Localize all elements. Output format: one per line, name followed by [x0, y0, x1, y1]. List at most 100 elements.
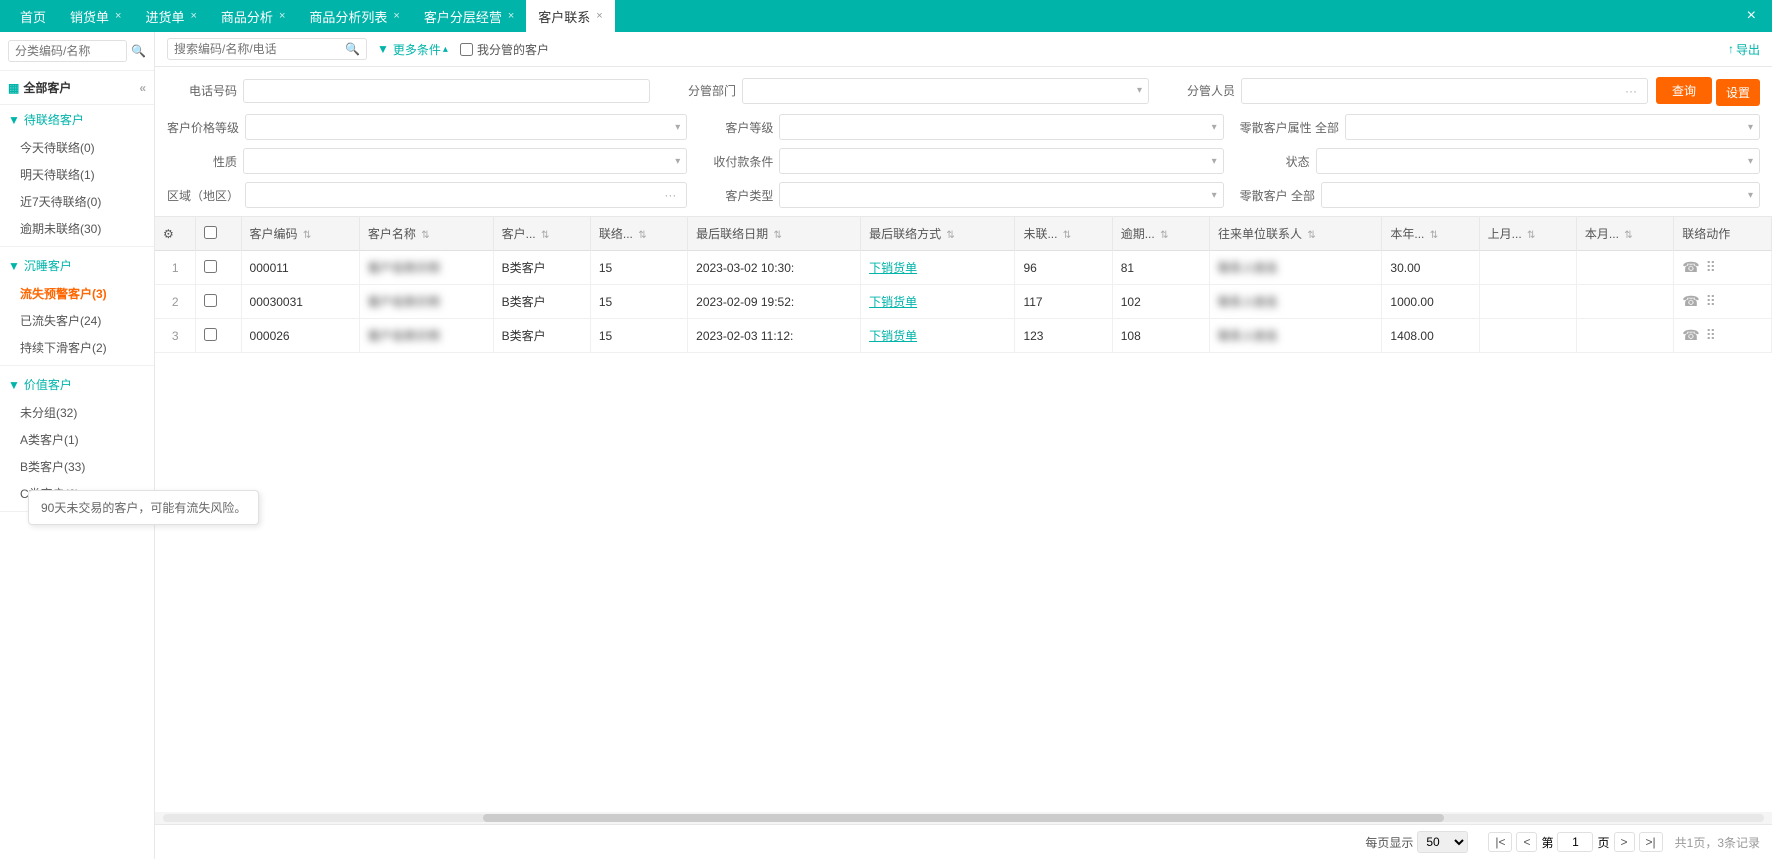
- close-all-button[interactable]: ×: [1739, 7, 1764, 25]
- settings-col-icon[interactable]: ⚙: [163, 227, 174, 241]
- action-icon-2-0[interactable]: ⠿: [1706, 259, 1716, 276]
- row-checkbox-2[interactable]: [204, 328, 217, 341]
- more-dots-1[interactable]: ···: [1625, 84, 1637, 98]
- code-sort-icon: ⇅: [303, 230, 311, 241]
- main-search-input[interactable]: [174, 42, 345, 56]
- more-conditions-button[interactable]: ▼ 更多条件 ▴: [377, 41, 448, 58]
- sidebar-item-1-1[interactable]: 已流失客户(24): [0, 307, 154, 334]
- sidebar-item-0-3[interactable]: 逾期未联络(30): [0, 215, 154, 242]
- nav-item-首页[interactable]: 首页: [8, 0, 58, 32]
- last-method-link-2[interactable]: 下销货单: [869, 329, 917, 343]
- page-size-select[interactable]: 50 100: [1417, 831, 1468, 853]
- sidebar-item-1-2[interactable]: 持续下滑客户(2): [0, 334, 154, 361]
- nav-item-商品分析列表[interactable]: 商品分析列表×: [297, 0, 411, 32]
- scroll-thumb[interactable]: [483, 814, 1444, 822]
- payment-select[interactable]: ▾: [779, 148, 1223, 174]
- sidebar-item-0-2[interactable]: 近7天待联络(0): [0, 188, 154, 215]
- cell-last-method-1: 下销货单: [861, 285, 1015, 319]
- settings-button[interactable]: 设置: [1716, 79, 1760, 106]
- horizontal-scrollbar[interactable]: [155, 812, 1772, 824]
- sidebar-search-input[interactable]: [8, 40, 127, 62]
- price-grade-select[interactable]: ▾: [245, 114, 687, 140]
- sidebar-all-customers[interactable]: ▦ 全部客户 «: [0, 71, 154, 105]
- nav-item-进货单[interactable]: 进货单×: [133, 0, 208, 32]
- cell-name-2: 客户名称示例: [359, 319, 493, 353]
- nature-select[interactable]: ▾: [243, 148, 687, 174]
- col-type[interactable]: 客户... ⇅: [493, 217, 590, 251]
- manager-select[interactable]: ···: [1241, 78, 1648, 104]
- sidebar-group-1[interactable]: ▼沉睡客户: [0, 251, 154, 280]
- col-contact[interactable]: 联络... ⇅: [590, 217, 687, 251]
- region-select[interactable]: ···: [245, 182, 687, 208]
- select-all-checkbox[interactable]: [204, 226, 217, 239]
- customer-type-select[interactable]: ▾: [779, 182, 1223, 208]
- last-method-link-1[interactable]: 下销货单: [869, 295, 917, 309]
- col-this-month[interactable]: 本月... ⇅: [1576, 217, 1673, 251]
- col-overdue[interactable]: 逾期... ⇅: [1112, 217, 1209, 251]
- last-date-sort-icon: ⇅: [773, 230, 781, 241]
- last-page-button[interactable]: >|: [1639, 832, 1663, 852]
- row-checkbox-0[interactable]: [204, 260, 217, 273]
- sidebar-item-0-1[interactable]: 明天待联络(1): [0, 161, 154, 188]
- dept-arrow: ▾: [1137, 85, 1142, 96]
- main-search-icon[interactable]: 🔍: [345, 42, 360, 56]
- cell-action-1: ☎⠿: [1674, 285, 1772, 319]
- sidebar-group-0[interactable]: ▼待联络客户: [0, 105, 154, 134]
- nav-close-商品分析[interactable]: ×: [279, 10, 285, 22]
- nav-close-商品分析列表[interactable]: ×: [393, 10, 399, 22]
- dept-select[interactable]: ▾: [742, 78, 1149, 104]
- status-select[interactable]: ▾: [1316, 148, 1760, 174]
- more-dots-2[interactable]: ···: [664, 188, 676, 202]
- action-icon-1-0[interactable]: ☎: [1682, 259, 1699, 276]
- nav-item-商品分析[interactable]: 商品分析×: [209, 0, 297, 32]
- my-customers-toggle[interactable]: 我分管的客户: [460, 41, 549, 58]
- phone-input[interactable]: [243, 79, 650, 103]
- col-code[interactable]: 客户编码 ⇅: [241, 217, 359, 251]
- col-last-date[interactable]: 最后联络日期 ⇅: [688, 217, 861, 251]
- next-page-button[interactable]: >: [1614, 832, 1635, 852]
- row-checkbox-1[interactable]: [204, 294, 217, 307]
- sidebar-item-2-2[interactable]: B类客户(33): [0, 453, 154, 480]
- cell-type-0: B类客户: [493, 251, 590, 285]
- customer-grade-select[interactable]: ▾: [779, 114, 1223, 140]
- first-page-button[interactable]: |<: [1488, 832, 1512, 852]
- scroll-track[interactable]: [163, 814, 1764, 822]
- nav-close-客户联系[interactable]: ×: [596, 10, 602, 22]
- action-icon-2-2[interactable]: ⠿: [1706, 327, 1716, 344]
- nav-item-销货单[interactable]: 销货单×: [58, 0, 133, 32]
- col-last-month[interactable]: 上月... ⇅: [1479, 217, 1576, 251]
- sidebar-item-2-0[interactable]: 未分组(32): [0, 399, 154, 426]
- sidebar-search-icon[interactable]: 🔍: [131, 44, 146, 58]
- col-uncontacted[interactable]: 未联... ⇅: [1015, 217, 1112, 251]
- blurred-name-0: 客户名称示例: [368, 259, 440, 276]
- col-name[interactable]: 客户名称 ⇅: [359, 217, 493, 251]
- col-contact-person[interactable]: 往来单位联系人 ⇅: [1209, 217, 1381, 251]
- nav-close-进货单[interactable]: ×: [190, 10, 196, 22]
- col-last-method[interactable]: 最后联络方式 ⇅: [861, 217, 1015, 251]
- action-icon-1-2[interactable]: ☎: [1682, 327, 1699, 344]
- page-input[interactable]: [1557, 832, 1593, 852]
- nav-close-客户分层经营[interactable]: ×: [508, 10, 514, 22]
- nav-item-客户分层经营[interactable]: 客户分层经营×: [412, 0, 526, 32]
- scattered-select[interactable]: ▾: [1321, 182, 1760, 208]
- sidebar-item-2-1[interactable]: A类客户(1): [0, 426, 154, 453]
- nav-close-销货单[interactable]: ×: [115, 10, 121, 22]
- export-button[interactable]: ↑ 导出: [1728, 41, 1760, 58]
- nav-item-客户联系[interactable]: 客户联系×: [526, 0, 614, 32]
- col-year-amount[interactable]: 本年... ⇅: [1382, 217, 1479, 251]
- sidebar-item-1-0[interactable]: 流失预警客户(3): [0, 280, 154, 307]
- settings-action: 设置: [1716, 75, 1760, 106]
- collapse-icon[interactable]: «: [139, 81, 146, 95]
- last-method-link-0[interactable]: 下销货单: [869, 261, 917, 275]
- action-icon-2-1[interactable]: ⠿: [1706, 293, 1716, 310]
- sidebar-group-2[interactable]: ▼价值客户: [0, 370, 154, 399]
- cell-overdue-0: 81: [1112, 251, 1209, 285]
- cell-last-method-0: 下销货单: [861, 251, 1015, 285]
- my-customers-checkbox[interactable]: [460, 43, 473, 56]
- sidebar-item-0-0[interactable]: 今天待联络(0): [0, 134, 154, 161]
- action-icon-1-1[interactable]: ☎: [1682, 293, 1699, 310]
- prev-page-button[interactable]: <: [1516, 832, 1537, 852]
- cell-checkbox-0: [196, 251, 241, 285]
- scattered-attr-select[interactable]: ▾: [1345, 114, 1760, 140]
- query-button[interactable]: 查询: [1656, 77, 1712, 104]
